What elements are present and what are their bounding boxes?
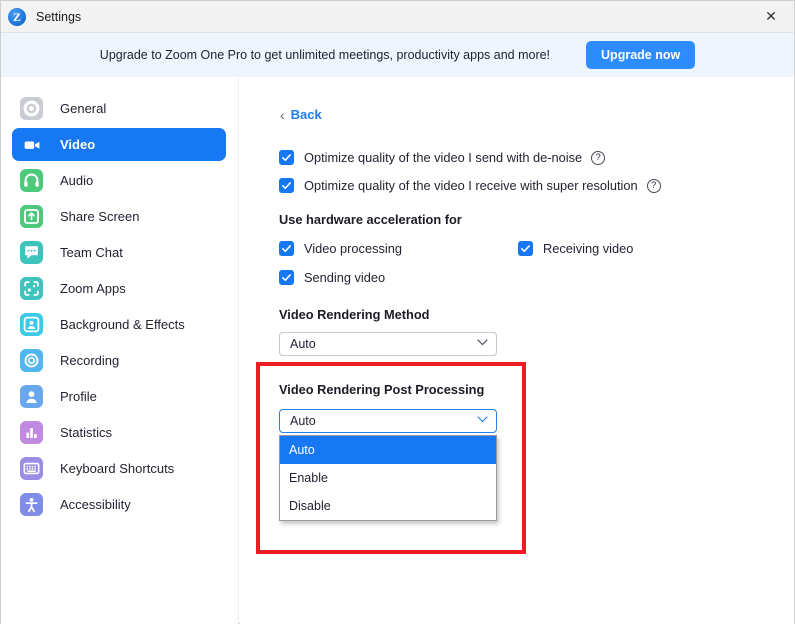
- checkbox-label: Video processing: [304, 241, 402, 256]
- sidebar-item-video[interactable]: Video: [12, 128, 226, 161]
- sidebar-item-label: Team Chat: [60, 245, 123, 260]
- checkbox-sending-video[interactable]: [279, 270, 294, 285]
- checkbox-label: Optimize quality of the video I receive …: [304, 178, 638, 193]
- sidebar-item-zoom-apps[interactable]: Zoom Apps: [12, 272, 226, 305]
- checkbox-row-super-resolution: Optimize quality of the video I receive …: [279, 178, 661, 193]
- record-circle-icon: [20, 349, 43, 372]
- video-camera-icon: [20, 133, 43, 156]
- sidebar-item-label: Keyboard Shortcuts: [60, 461, 174, 476]
- sidebar-item-share-screen[interactable]: Share Screen: [12, 200, 226, 233]
- help-icon[interactable]: ?: [647, 179, 661, 193]
- dropdown-option-auto[interactable]: Auto: [280, 436, 496, 464]
- checkbox-row-receiving-video: Receiving video: [518, 241, 633, 256]
- sidebar-item-label: Background & Effects: [60, 317, 185, 332]
- upgrade-banner: Upgrade to Zoom One Pro to get unlimited…: [1, 33, 794, 77]
- checkbox-receiving-video[interactable]: [518, 241, 533, 256]
- checkbox-optimize-send-denoise[interactable]: [279, 150, 294, 165]
- headphones-icon: [20, 169, 43, 192]
- window-title: Settings: [36, 10, 81, 24]
- checkbox-row-video-processing: Video processing: [279, 241, 402, 256]
- sidebar-item-statistics[interactable]: Statistics: [12, 416, 226, 449]
- hardware-acceleration-heading: Use hardware acceleration for: [279, 212, 462, 227]
- checkbox-optimize-receive-super-resolution[interactable]: [279, 178, 294, 193]
- video-rendering-post-processing-dropdown[interactable]: AutoEnableDisable: [279, 435, 497, 521]
- settings-sidebar: General Video Audio Share Screen Team Chat Zo…: [1, 78, 239, 624]
- sidebar-item-profile[interactable]: Profile: [12, 380, 226, 413]
- sidebar-item-background-effects[interactable]: Background & Effects: [12, 308, 226, 341]
- checkbox-row-denoise: Optimize quality of the video I send wit…: [279, 150, 605, 165]
- checkbox-video-processing[interactable]: [279, 241, 294, 256]
- checkbox-label: Receiving video: [543, 241, 633, 256]
- sidebar-item-audio[interactable]: Audio: [12, 164, 226, 197]
- sidebar-item-label: Accessibility: [60, 497, 131, 512]
- sidebar-item-label: General: [60, 101, 106, 116]
- chevron-left-icon: ‹: [280, 108, 285, 122]
- person-frame-icon: [20, 313, 43, 336]
- sidebar-item-label: Statistics: [60, 425, 112, 440]
- help-icon[interactable]: ?: [591, 151, 605, 165]
- video-rendering-post-processing-select[interactable]: Auto: [279, 409, 497, 433]
- gear-icon: [20, 97, 43, 120]
- sidebar-item-label: Zoom Apps: [60, 281, 126, 296]
- sidebar-item-accessibility[interactable]: Accessibility: [12, 488, 226, 521]
- sidebar-item-general[interactable]: General: [12, 92, 226, 125]
- chevron-down-icon: [477, 339, 488, 349]
- keyboard-icon: [20, 457, 43, 480]
- video-rendering-method-value: Auto: [290, 337, 316, 351]
- title-bar: Z Settings ✕: [1, 1, 794, 33]
- dropdown-option-disable[interactable]: Disable: [280, 492, 496, 520]
- chat-bubble-icon: [20, 241, 43, 264]
- sidebar-item-keyboard-shortcuts[interactable]: Keyboard Shortcuts: [12, 452, 226, 485]
- checkbox-label: Optimize quality of the video I send wit…: [304, 150, 582, 165]
- checkbox-label: Sending video: [304, 270, 385, 285]
- video-rendering-method-heading: Video Rendering Method: [279, 307, 430, 322]
- back-link[interactable]: ‹ Back: [280, 107, 322, 122]
- sidebar-item-recording[interactable]: Recording: [12, 344, 226, 377]
- settings-content: ‹ Back Optimize quality of the video I s…: [240, 78, 794, 624]
- sidebar-item-label: Share Screen: [60, 209, 140, 224]
- upgrade-banner-text: Upgrade to Zoom One Pro to get unlimited…: [100, 48, 550, 62]
- dropdown-option-enable[interactable]: Enable: [280, 464, 496, 492]
- checkbox-row-sending-video: Sending video: [279, 270, 385, 285]
- settings-window: Z Settings ✕ Upgrade to Zoom One Pro to …: [0, 0, 795, 624]
- video-rendering-post-processing-heading: Video Rendering Post Processing: [279, 382, 484, 397]
- sidebar-item-label: Audio: [60, 173, 93, 188]
- back-label: Back: [291, 107, 322, 122]
- person-icon: [20, 385, 43, 408]
- video-rendering-post-processing-value: Auto: [290, 414, 316, 428]
- close-icon[interactable]: ✕: [748, 1, 794, 32]
- zoom-logo-icon: Z: [8, 8, 26, 26]
- sidebar-item-team-chat[interactable]: Team Chat: [12, 236, 226, 269]
- chevron-down-icon: [477, 416, 488, 426]
- sidebar-item-label: Recording: [60, 353, 119, 368]
- share-screen-icon: [20, 205, 43, 228]
- video-rendering-method-select[interactable]: Auto: [279, 332, 497, 356]
- upgrade-now-button[interactable]: Upgrade now: [586, 41, 695, 69]
- bar-chart-icon: [20, 421, 43, 444]
- sidebar-item-label: Video: [60, 137, 95, 152]
- accessibility-icon: [20, 493, 43, 516]
- sidebar-item-label: Profile: [60, 389, 97, 404]
- zoom-apps-icon: [20, 277, 43, 300]
